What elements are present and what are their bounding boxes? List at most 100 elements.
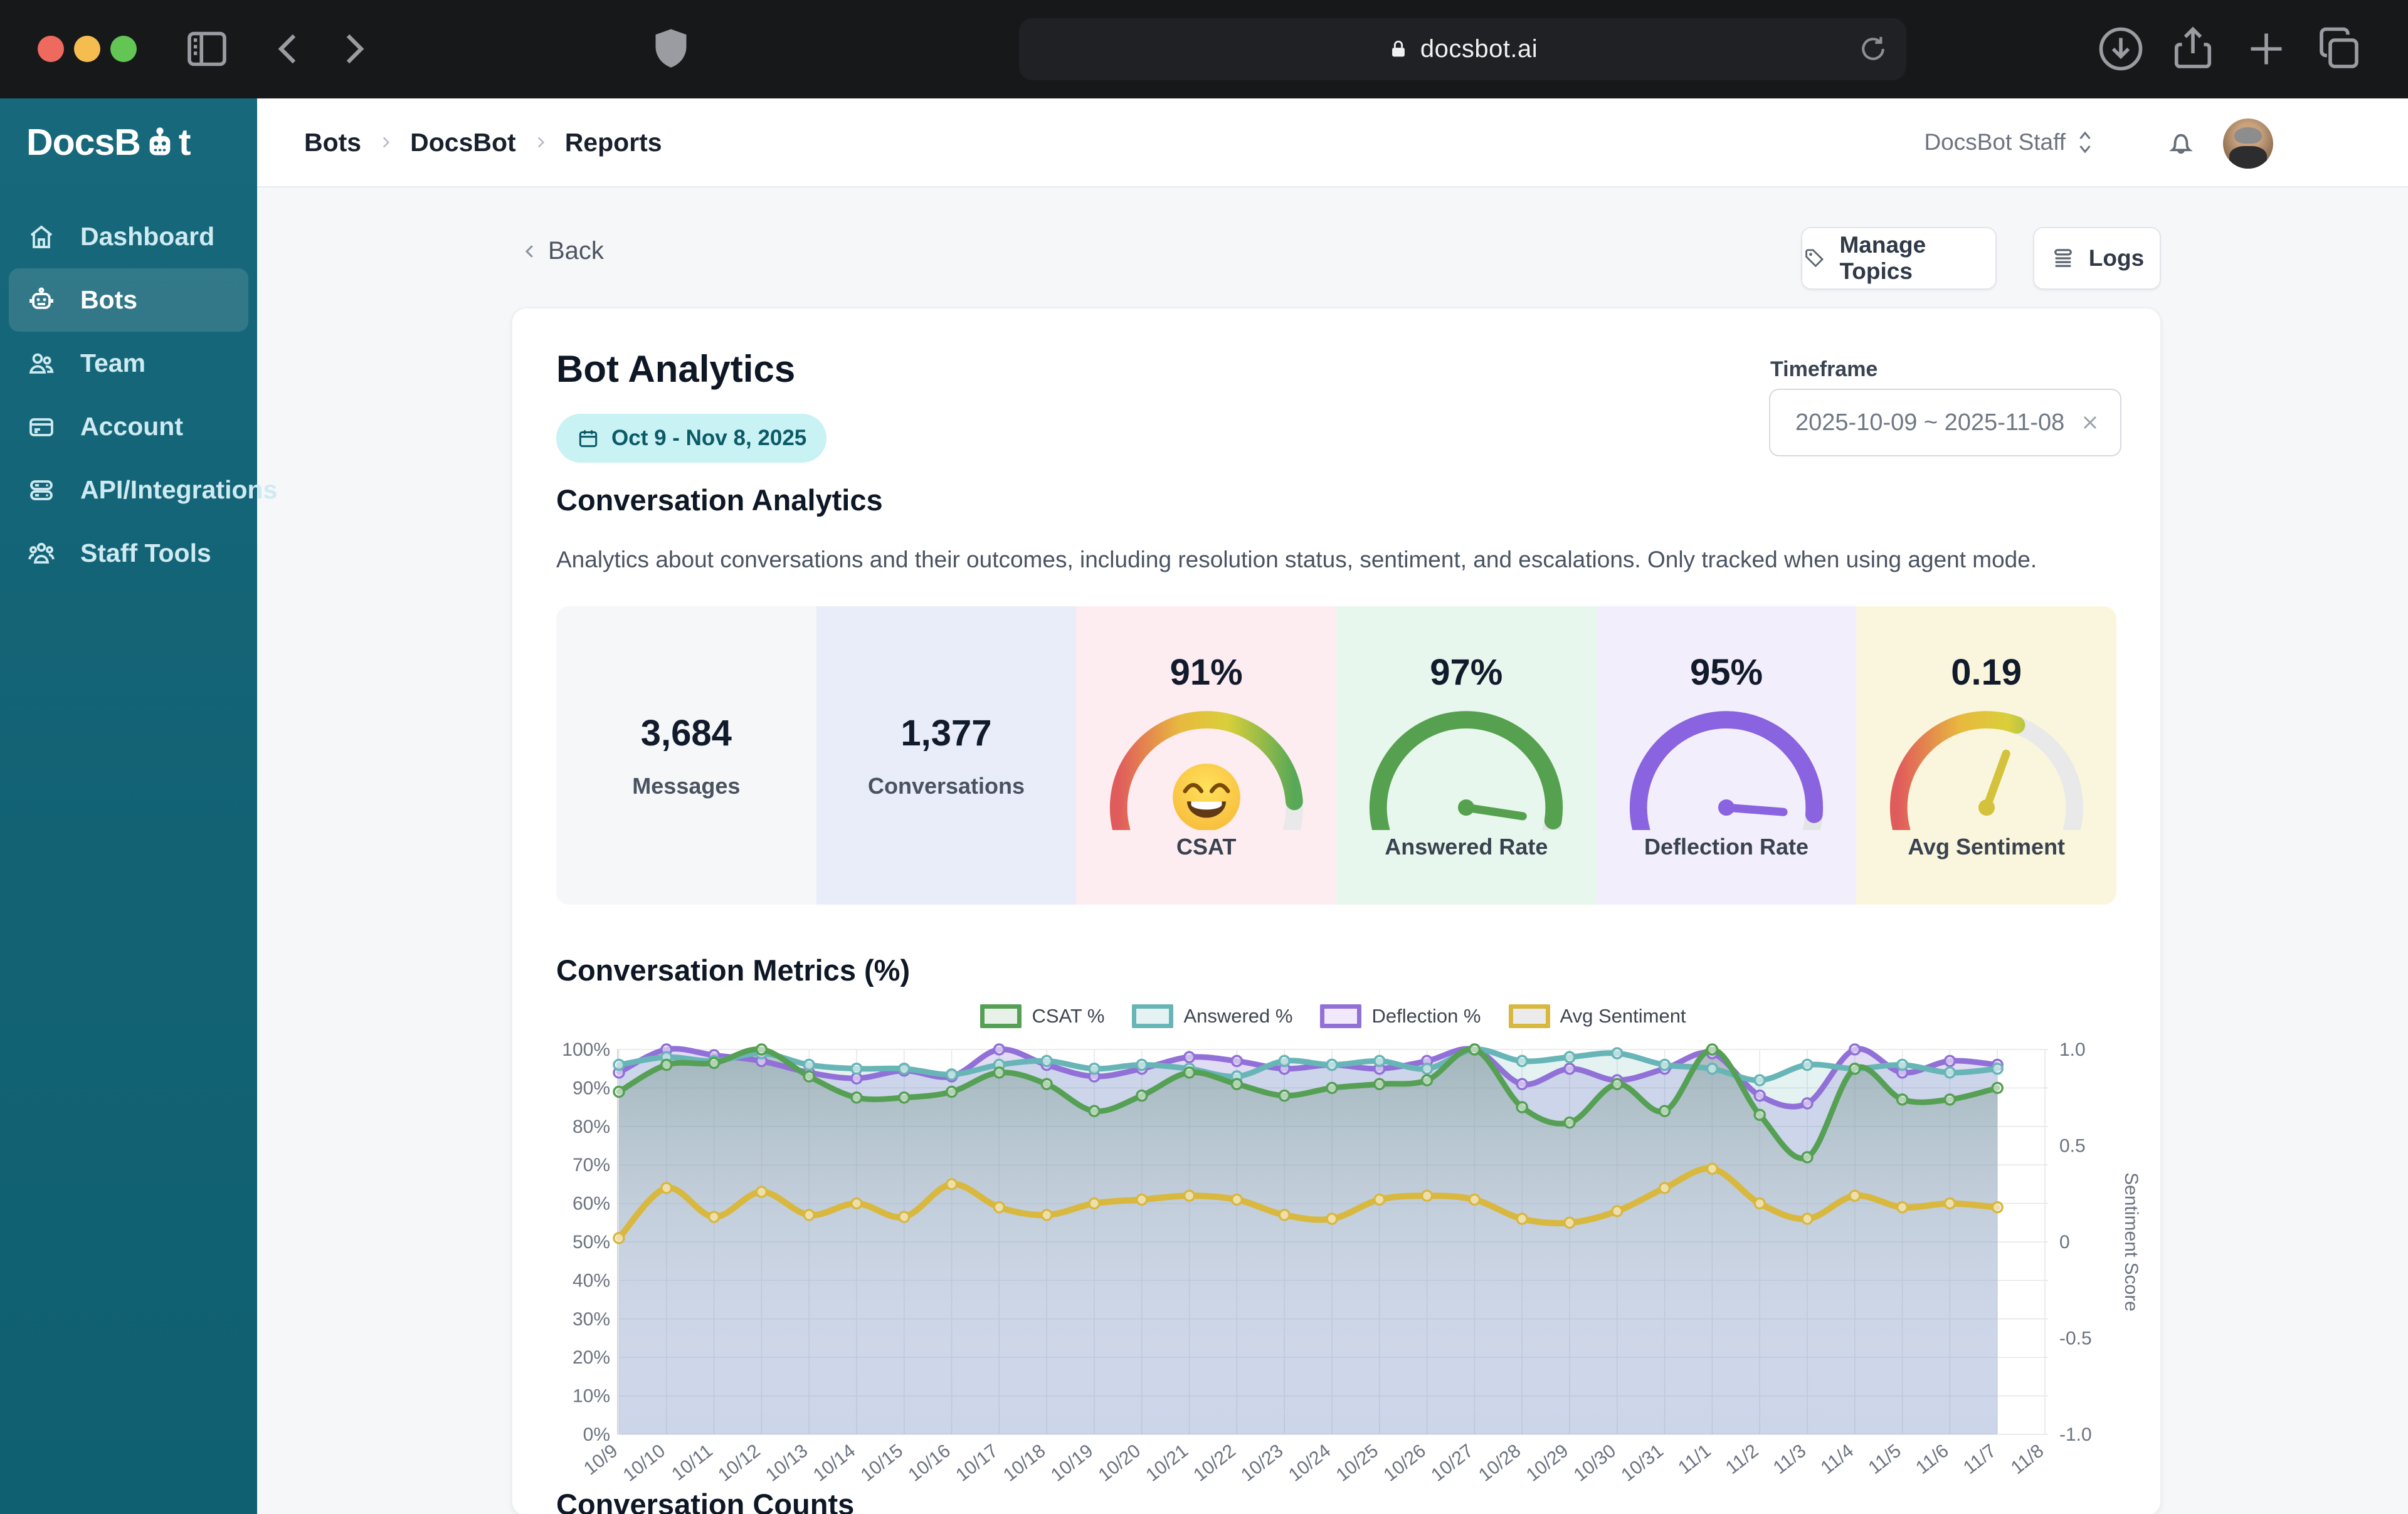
legend-item[interactable]: Deflection % bbox=[1320, 1004, 1481, 1028]
window-zoom-button[interactable] bbox=[110, 36, 137, 62]
sidebar-item-bots[interactable]: Bots bbox=[9, 268, 248, 332]
svg-text:11/7: 11/7 bbox=[1960, 1441, 2000, 1479]
list-lines-icon bbox=[2054, 249, 2072, 267]
notifications-bell-icon[interactable] bbox=[2164, 126, 2198, 160]
sidebar-item-api-integrations[interactable]: API/Integrations bbox=[9, 458, 277, 522]
sidebar-item-label: Bots bbox=[80, 285, 138, 314]
chart-plot-area[interactable]: 0% 10% 20% 30% 40% 50% 60% 70% 80% 90% 100% 1.0 0.5 0… bbox=[562, 1039, 2169, 1509]
robot-logo-icon bbox=[149, 127, 171, 155]
svg-text:11/5: 11/5 bbox=[1864, 1441, 1905, 1479]
date-range-text: Oct 9 - Nov 8, 2025 bbox=[611, 426, 807, 450]
svg-text:10/27: 10/27 bbox=[1427, 1441, 1477, 1486]
timeframe-value: 2025-10-09 ~ 2025-11-08 bbox=[1795, 409, 2065, 436]
svg-text:10/21: 10/21 bbox=[1142, 1441, 1191, 1486]
deflection-label: Deflection Rate bbox=[1644, 833, 1809, 860]
legend-item[interactable]: Avg Sentiment bbox=[1508, 1004, 1686, 1028]
app-window: docsbot.ai DocsB t Dashboard Bots Team A… bbox=[0, 0, 2408, 1514]
breadcrumb-reports[interactable]: Reports bbox=[565, 128, 662, 157]
manage-topics-button[interactable]: Manage Topics bbox=[1801, 227, 1997, 290]
user-avatar[interactable] bbox=[2223, 118, 2273, 169]
svg-text:10/16: 10/16 bbox=[904, 1441, 954, 1486]
answered-label: Answered Rate bbox=[1385, 833, 1548, 860]
sidebar-item-label: Team bbox=[80, 349, 146, 377]
legend-item[interactable]: Answered % bbox=[1132, 1004, 1292, 1028]
legend-swatch bbox=[980, 1004, 1022, 1028]
svg-text:10/20: 10/20 bbox=[1095, 1441, 1144, 1486]
stat-answered-gauge: 97% Answered Rate bbox=[1336, 606, 1597, 905]
manage-topics-label: Manage Topics bbox=[1839, 232, 1926, 284]
server-stack-icon bbox=[30, 480, 53, 500]
sidebar-toggle-icon[interactable] bbox=[181, 23, 233, 75]
docsbot-logo[interactable]: DocsB t bbox=[0, 98, 257, 164]
tab-overview-icon[interactable] bbox=[2313, 23, 2365, 75]
legend-item[interactable]: CSAT % bbox=[980, 1004, 1104, 1028]
timeframe-input[interactable]: 2025-10-09 ~ 2025-11-08 bbox=[1769, 389, 2121, 456]
address-bar[interactable]: docsbot.ai bbox=[1019, 18, 1906, 80]
window-close-button[interactable] bbox=[38, 36, 64, 62]
stat-deflection-gauge: 95% Deflection Rate bbox=[1596, 606, 1857, 905]
svg-text:10/18: 10/18 bbox=[1000, 1441, 1049, 1486]
clear-x-icon[interactable] bbox=[2079, 411, 2101, 434]
sidebar-item-label: Dashboard bbox=[80, 222, 215, 251]
conversation-metrics-heading: Conversation Metrics (%) bbox=[556, 954, 911, 987]
back-label: Back bbox=[548, 237, 604, 265]
svg-text:11/1: 11/1 bbox=[1674, 1441, 1715, 1479]
lock-icon bbox=[1391, 40, 1405, 56]
back-link[interactable]: Back bbox=[520, 237, 604, 265]
svg-text:10/11: 10/11 bbox=[668, 1441, 717, 1485]
svg-text:0: 0 bbox=[2059, 1232, 2070, 1253]
sidebar-item-account[interactable]: Account bbox=[9, 395, 248, 458]
csat-gauge bbox=[1109, 710, 1303, 830]
svg-text:10/10: 10/10 bbox=[620, 1441, 669, 1486]
svg-text:10/26: 10/26 bbox=[1380, 1441, 1429, 1486]
svg-text:10/9: 10/9 bbox=[580, 1441, 621, 1480]
analytics-card: Bot Analytics Oct 9 - Nov 8, 2025 Timefr… bbox=[511, 307, 2162, 1514]
breadcrumb-docsbot[interactable]: DocsBot bbox=[410, 128, 516, 157]
reload-icon[interactable] bbox=[1856, 32, 1890, 66]
forward-button-icon[interactable] bbox=[326, 23, 379, 75]
chevron-updown-icon bbox=[2079, 131, 2091, 154]
svg-text:-1.0: -1.0 bbox=[2059, 1424, 2092, 1445]
svg-text:60%: 60% bbox=[573, 1194, 610, 1214]
sidebar-item-dashboard[interactable]: Dashboard bbox=[9, 205, 248, 268]
account-switcher[interactable]: DocsBot Staff bbox=[1924, 98, 2094, 186]
downloads-icon[interactable] bbox=[2094, 23, 2147, 75]
sidebar-item-team[interactable]: Team bbox=[9, 332, 248, 395]
svg-text:10/28: 10/28 bbox=[1475, 1441, 1524, 1486]
home-icon bbox=[30, 225, 53, 248]
breadcrumb: Bots DocsBot Reports bbox=[304, 98, 662, 186]
deflection-value: 95% bbox=[1689, 651, 1763, 693]
sidebar-item-label: API/Integrations bbox=[80, 475, 278, 504]
shield-icon[interactable] bbox=[645, 23, 697, 75]
breadcrumb-bots[interactable]: Bots bbox=[304, 128, 361, 157]
svg-text:-0.5: -0.5 bbox=[2059, 1328, 2092, 1349]
legend-swatch bbox=[1132, 1004, 1174, 1028]
svg-text:10/30: 10/30 bbox=[1570, 1441, 1620, 1486]
svg-text:11/6: 11/6 bbox=[1912, 1441, 1953, 1479]
date-range-badge: Oct 9 - Nov 8, 2025 bbox=[556, 414, 827, 463]
stat-messages: 3,684 Messages bbox=[556, 606, 816, 905]
legend-swatch bbox=[1508, 1004, 1550, 1028]
sidebar-item-staff-tools[interactable]: Staff Tools bbox=[9, 522, 248, 585]
svg-text:11/8: 11/8 bbox=[2007, 1441, 2048, 1479]
sentiment-value: 0.19 bbox=[1951, 651, 2022, 693]
stats-row: 3,684 Messages 1,377 Conversations 91% C… bbox=[556, 606, 2117, 905]
deflection-gauge bbox=[1629, 710, 1824, 830]
svg-text:11/4: 11/4 bbox=[1817, 1441, 1858, 1479]
window-minimize-button[interactable] bbox=[74, 36, 100, 62]
share-icon[interactable] bbox=[2167, 23, 2219, 75]
svg-text:1.0: 1.0 bbox=[2059, 1039, 2086, 1060]
credit-card-icon bbox=[29, 418, 53, 436]
calendar-icon bbox=[579, 430, 598, 448]
svg-text:10/19: 10/19 bbox=[1047, 1441, 1097, 1486]
svg-text:11/2: 11/2 bbox=[1722, 1441, 1763, 1479]
svg-text:20%: 20% bbox=[573, 1347, 610, 1368]
logs-button[interactable]: Logs bbox=[2033, 227, 2161, 290]
url-text: docsbot.ai bbox=[1420, 35, 1538, 63]
logo-text-prefix: DocsB bbox=[26, 122, 141, 163]
new-tab-icon[interactable] bbox=[2240, 23, 2293, 75]
page-title: Bot Analytics bbox=[556, 348, 796, 390]
timeframe-label: Timeframe bbox=[1770, 357, 1878, 381]
svg-text:10/31: 10/31 bbox=[1617, 1441, 1667, 1486]
back-button-icon[interactable] bbox=[263, 23, 316, 75]
